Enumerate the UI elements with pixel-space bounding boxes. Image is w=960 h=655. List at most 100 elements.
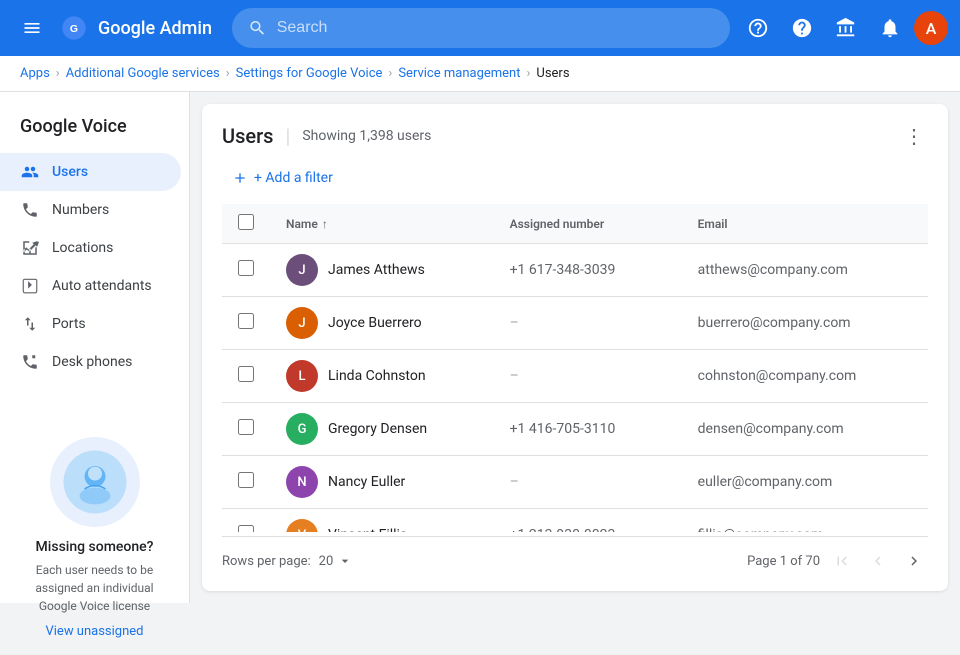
user-avatar-3: G	[286, 413, 318, 445]
row-checkbox-2[interactable]	[238, 366, 254, 382]
breadcrumb-sep-4: ›	[526, 66, 530, 81]
user-name-label-2: Linda Cohnston	[328, 368, 426, 384]
user-email-cell-2: cohnston@company.com	[682, 350, 928, 403]
logo-text: Google Admin	[98, 18, 212, 39]
apps-icon[interactable]	[826, 8, 866, 48]
user-name-label-5: Vincent Fillis	[328, 527, 407, 532]
breadcrumb-sep-3: ›	[388, 66, 392, 81]
user-phone-cell-2: –	[494, 350, 682, 403]
ports-icon	[20, 315, 40, 333]
content-title-area: Users | Showing 1,398 users	[222, 124, 431, 148]
numbers-icon	[20, 201, 40, 219]
sidebar-item-users-label: Users	[52, 164, 88, 180]
table-row: JJames Atthews+1 617-348-3039atthews@com…	[222, 244, 928, 297]
users-table: Name ↑ Assigned number Email JJames Atth…	[222, 204, 928, 532]
main-layout: Google Voice Users Numbers Locations Aut…	[0, 92, 960, 603]
rows-per-page-select[interactable]: 20	[319, 553, 354, 569]
email-column-header: Email	[682, 204, 928, 244]
select-all-checkbox[interactable]	[238, 214, 254, 230]
user-email-cell-0: atthews@company.com	[682, 244, 928, 297]
main-content: Users | Showing 1,398 users ⋮ + Add a fi…	[202, 104, 948, 591]
rows-per-page-value: 20	[319, 554, 334, 569]
content-subtitle: Showing 1,398 users	[302, 128, 431, 144]
menu-icon[interactable]	[12, 8, 52, 48]
user-phone-cell-1: –	[494, 297, 682, 350]
sidebar-bottom-card: Missing someone? Each user needs to be a…	[0, 421, 189, 655]
user-avatar-4: N	[286, 466, 318, 498]
user-avatar-1: J	[286, 307, 318, 339]
table-footer: Rows per page: 20 Page 1 of 70	[222, 536, 928, 575]
sidebar-item-ports-label: Ports	[52, 316, 86, 332]
user-phone-cell-3: +1 416-705-3110	[494, 403, 682, 456]
contact-support-icon[interactable]	[738, 8, 778, 48]
row-checkbox-3[interactable]	[238, 419, 254, 435]
row-checkbox-5[interactable]	[238, 525, 254, 532]
app-logo: G Google Admin	[60, 14, 212, 42]
sidebar-item-numbers-label: Numbers	[52, 202, 109, 218]
user-email-cell-5: fillis@company.com	[682, 509, 928, 533]
user-email-cell-1: buerrero@company.com	[682, 297, 928, 350]
user-name-cell-3: GGregory Densen	[270, 403, 494, 456]
table-row: J Joyce Buerrero –buerrero@company.com	[222, 297, 928, 350]
user-avatar[interactable]: A	[914, 11, 948, 45]
notifications-icon[interactable]	[870, 8, 910, 48]
user-avatar-5: V	[286, 519, 318, 532]
nav-icon-group: A	[738, 8, 948, 48]
breadcrumb-additional[interactable]: Additional Google services	[66, 66, 220, 81]
pagination-controls: Page 1 of 70	[747, 547, 928, 575]
breadcrumb-apps[interactable]: Apps	[20, 66, 50, 81]
breadcrumb: Apps › Additional Google services › Sett…	[0, 56, 960, 92]
page-title: Users	[222, 124, 273, 148]
sidebar-item-locations[interactable]: Locations	[0, 229, 181, 267]
add-filter-button[interactable]: + Add a filter	[222, 164, 928, 192]
user-phone-cell-0: +1 617-348-3039	[494, 244, 682, 297]
table-row: VVincent Fillis+1 213-930-0023fillis@com…	[222, 509, 928, 533]
next-page-button[interactable]	[900, 547, 928, 575]
name-column-header[interactable]: Name ↑	[270, 204, 494, 244]
search-bar[interactable]	[232, 8, 730, 48]
search-input[interactable]	[277, 19, 714, 37]
user-email-cell-3: densen@company.com	[682, 403, 928, 456]
first-page-button[interactable]	[828, 547, 856, 575]
breadcrumb-current: Users	[536, 66, 569, 81]
sidebar-item-numbers[interactable]: Numbers	[0, 191, 181, 229]
user-name-label-1: Joyce Buerrero	[328, 315, 422, 331]
row-checkbox-4[interactable]	[238, 472, 254, 488]
table-row: NNancy Euller–euller@company.com	[222, 456, 928, 509]
breadcrumb-service[interactable]: Service management	[398, 66, 520, 81]
more-options-button[interactable]: ⋮	[900, 120, 928, 152]
user-name-label-4: Nancy Euller	[328, 474, 405, 490]
prev-page-button[interactable]	[864, 547, 892, 575]
sidebar-item-ports[interactable]: Ports	[0, 305, 181, 343]
table-row: GGregory Densen+1 416-705-3110densen@com…	[222, 403, 928, 456]
breadcrumb-settings[interactable]: Settings for Google Voice	[236, 66, 383, 81]
content-header: Users | Showing 1,398 users ⋮	[222, 120, 928, 152]
sidebar: Google Voice Users Numbers Locations Aut…	[0, 92, 190, 603]
table-header-row: Name ↑ Assigned number Email	[222, 204, 928, 244]
sort-icon: ↑	[322, 217, 328, 231]
user-avatar-0: J	[286, 254, 318, 286]
search-icon	[248, 18, 267, 38]
sidebar-illustration	[50, 437, 140, 527]
locations-icon	[20, 239, 40, 257]
sidebar-item-desk-phones[interactable]: Desk phones	[0, 343, 181, 381]
user-name-cell-5: V Vincent Fillis	[270, 509, 494, 533]
svg-text:G: G	[70, 23, 78, 35]
users-table-container: Name ↑ Assigned number Email JJames Atth…	[222, 204, 928, 532]
rows-per-page-control: Rows per page: 20	[222, 553, 353, 569]
row-checkbox-0[interactable]	[238, 260, 254, 276]
breadcrumb-sep-1: ›	[56, 66, 60, 81]
table-row: LLinda Cohnston–cohnston@company.com	[222, 350, 928, 403]
row-checkbox-1[interactable]	[238, 313, 254, 329]
help-icon[interactable]	[782, 8, 822, 48]
user-name-cell-0: JJames Atthews	[270, 244, 494, 297]
view-unassigned-link[interactable]: View unassigned	[45, 624, 143, 639]
top-navigation: G Google Admin A	[0, 0, 960, 56]
auto-attendants-icon	[20, 277, 40, 295]
user-name-cell-2: LLinda Cohnston	[270, 350, 494, 403]
sidebar-item-auto-attendants[interactable]: Auto attendants	[0, 267, 181, 305]
sidebar-item-desk-phones-label: Desk phones	[52, 354, 132, 370]
sidebar-item-users[interactable]: Users	[0, 153, 181, 191]
sidebar-title: Google Voice	[0, 108, 189, 153]
page-info: Page 1 of 70	[747, 554, 820, 569]
